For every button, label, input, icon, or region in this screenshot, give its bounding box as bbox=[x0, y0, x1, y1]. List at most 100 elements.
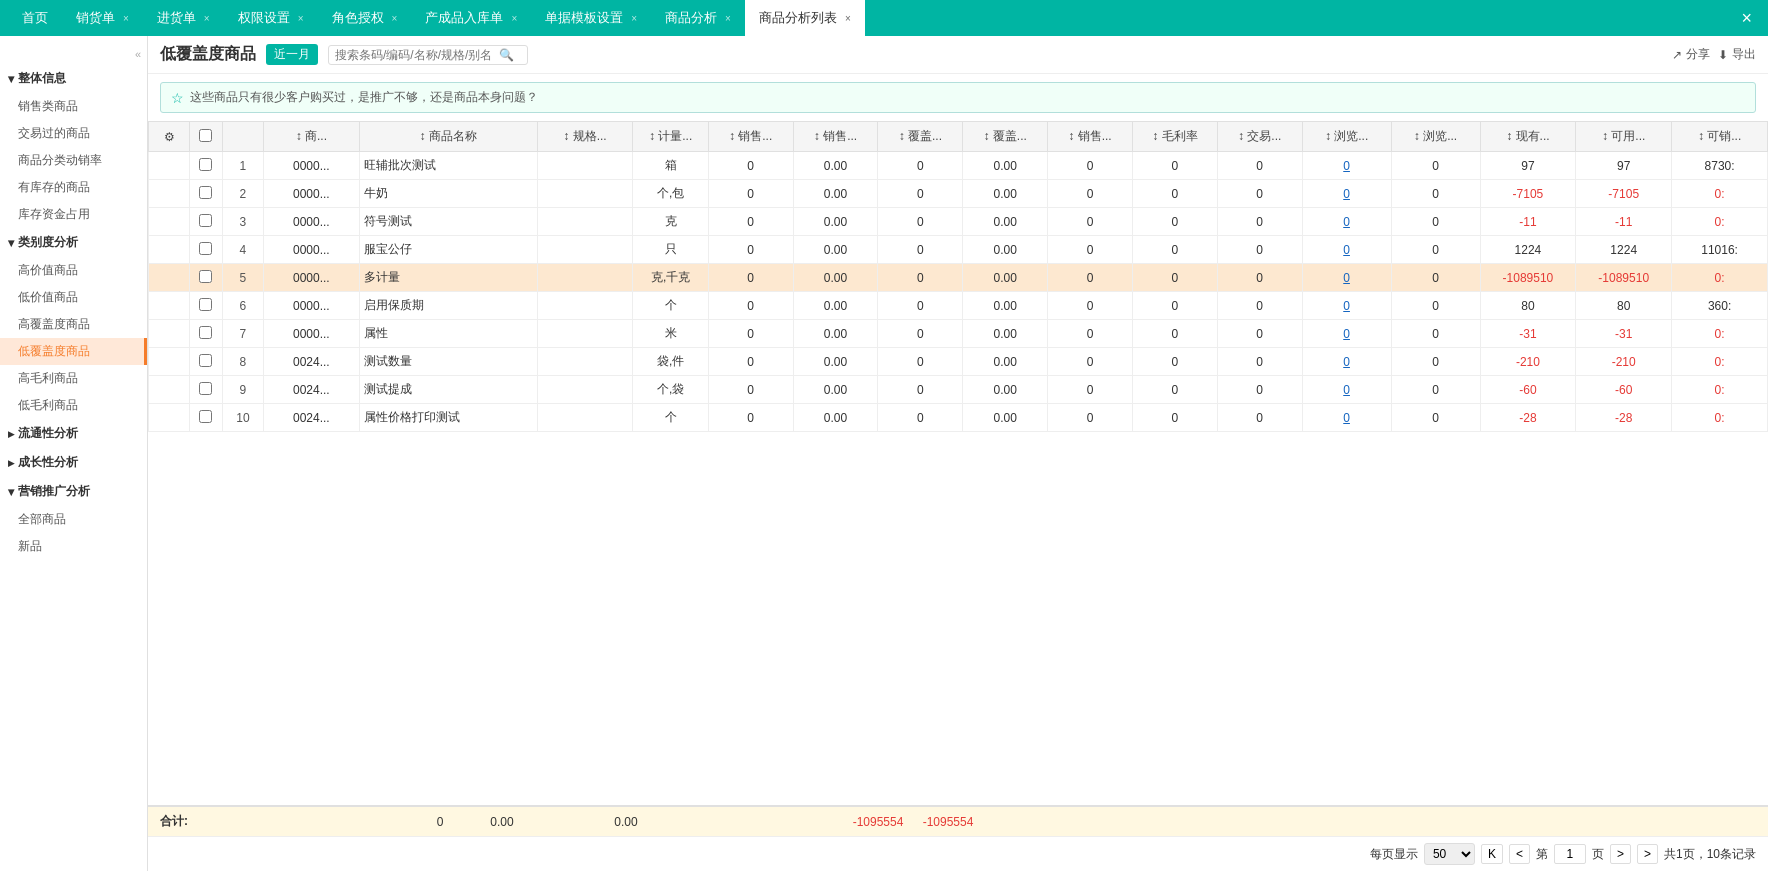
row-checkbox[interactable] bbox=[190, 348, 223, 376]
col-checkbox[interactable] bbox=[190, 122, 223, 152]
sidebar-item-有库存的商品[interactable]: 有库存的商品 bbox=[0, 174, 147, 201]
nav-tab-goods-analysis[interactable]: 商品分析 × bbox=[651, 0, 745, 36]
sidebar-group-整体信息[interactable]: ▾ 整体信息 bbox=[0, 64, 147, 93]
row-checkbox[interactable] bbox=[190, 152, 223, 180]
row-settings[interactable] bbox=[149, 292, 190, 320]
next-page-button[interactable]: > bbox=[1610, 844, 1631, 864]
col-sales-count[interactable]: ↕ 销售... bbox=[1048, 122, 1133, 152]
col-gross-rate[interactable]: ↕ 毛利率 bbox=[1132, 122, 1217, 152]
col-name[interactable]: ↕ 商品名称 bbox=[359, 122, 537, 152]
sidebar-item-高毛利商品[interactable]: 高毛利商品 bbox=[0, 365, 147, 392]
row-checkbox[interactable] bbox=[190, 404, 223, 432]
row-browse1[interactable]: 0 bbox=[1302, 208, 1391, 236]
row-select-checkbox[interactable] bbox=[199, 298, 212, 311]
col-cover-qty[interactable]: ↕ 覆盖... bbox=[878, 122, 963, 152]
table-scroll-area[interactable]: ⚙ ↕ 商... ↕ 商品名称 ↕ 规格... ↕ 计量... ↕ 销售... … bbox=[148, 121, 1768, 805]
row-browse1[interactable]: 0 bbox=[1302, 236, 1391, 264]
sidebar-item-高覆盖度商品[interactable]: 高覆盖度商品 bbox=[0, 311, 147, 338]
row-select-checkbox[interactable] bbox=[199, 158, 212, 171]
sidebar-item-低价值商品[interactable]: 低价值商品 bbox=[0, 284, 147, 311]
nav-tab-sales[interactable]: 销货单 × bbox=[62, 0, 143, 36]
sidebar-item-库存资金占用[interactable]: 库存资金占用 bbox=[0, 201, 147, 228]
col-browse2[interactable]: ↕ 浏览... bbox=[1391, 122, 1480, 152]
col-sales-amt[interactable]: ↕ 销售... bbox=[793, 122, 878, 152]
row-select-checkbox[interactable] bbox=[199, 242, 212, 255]
row-browse1[interactable]: 0 bbox=[1302, 348, 1391, 376]
row-browse1[interactable]: 0 bbox=[1302, 264, 1391, 292]
share-button[interactable]: ↗ 分享 bbox=[1672, 46, 1710, 63]
row-settings[interactable] bbox=[149, 376, 190, 404]
col-code[interactable]: ↕ 商... bbox=[263, 122, 359, 152]
row-name[interactable]: 属性价格打印测试 bbox=[359, 404, 537, 432]
nav-tab-production[interactable]: 产成品入库单 × bbox=[411, 0, 531, 36]
row-browse1[interactable]: 0 bbox=[1302, 180, 1391, 208]
col-sellable[interactable]: ↕ 可销... bbox=[1672, 122, 1768, 152]
col-cover-amt[interactable]: ↕ 覆盖... bbox=[963, 122, 1048, 152]
row-settings[interactable] bbox=[149, 180, 190, 208]
sidebar-group-成长性分析[interactable]: ▸ 成长性分析 bbox=[0, 448, 147, 477]
search-icon[interactable]: 🔍 bbox=[499, 48, 514, 62]
sidebar-group-流通性分析[interactable]: ▸ 流通性分析 bbox=[0, 419, 147, 448]
sidebar-item-全部商品[interactable]: 全部商品 bbox=[0, 506, 147, 533]
select-all-checkbox[interactable] bbox=[199, 129, 212, 142]
close-icon[interactable]: × bbox=[392, 13, 398, 24]
row-checkbox[interactable] bbox=[190, 320, 223, 348]
sidebar-item-高价值商品[interactable]: 高价值商品 bbox=[0, 257, 147, 284]
sidebar-collapse-btn[interactable]: « bbox=[0, 44, 147, 64]
page-input[interactable] bbox=[1554, 844, 1586, 864]
row-name[interactable]: 测试提成 bbox=[359, 376, 537, 404]
col-browse1[interactable]: ↕ 浏览... bbox=[1302, 122, 1391, 152]
prev-page-button[interactable]: < bbox=[1509, 844, 1530, 864]
row-settings[interactable] bbox=[149, 404, 190, 432]
row-select-checkbox[interactable] bbox=[199, 326, 212, 339]
row-select-checkbox[interactable] bbox=[199, 382, 212, 395]
row-settings[interactable] bbox=[149, 264, 190, 292]
close-icon[interactable]: × bbox=[204, 13, 210, 24]
close-icon[interactable]: × bbox=[845, 13, 851, 24]
close-icon[interactable]: × bbox=[725, 13, 731, 24]
row-settings[interactable] bbox=[149, 348, 190, 376]
col-available[interactable]: ↕ 可用... bbox=[1576, 122, 1672, 152]
row-checkbox[interactable] bbox=[190, 292, 223, 320]
row-name[interactable]: 多计量 bbox=[359, 264, 537, 292]
nav-tab-template[interactable]: 单据模板设置 × bbox=[531, 0, 651, 36]
export-button[interactable]: ⬇ 导出 bbox=[1718, 46, 1756, 63]
row-checkbox[interactable] bbox=[190, 236, 223, 264]
close-icon[interactable]: × bbox=[631, 13, 637, 24]
col-sales-qty[interactable]: ↕ 销售... bbox=[708, 122, 793, 152]
row-checkbox[interactable] bbox=[190, 208, 223, 236]
nav-tab-home[interactable]: 首页 bbox=[8, 0, 62, 36]
search-input[interactable] bbox=[335, 48, 495, 62]
row-name[interactable]: 测试数量 bbox=[359, 348, 537, 376]
row-name[interactable]: 旺辅批次测试 bbox=[359, 152, 537, 180]
sidebar-group-营销推广分析[interactable]: ▾ 营销推广分析 bbox=[0, 477, 147, 506]
sidebar-group-类别度分析[interactable]: ▾ 类别度分析 bbox=[0, 228, 147, 257]
row-checkbox[interactable] bbox=[190, 264, 223, 292]
row-checkbox[interactable] bbox=[190, 180, 223, 208]
last-page-button[interactable]: > bbox=[1637, 844, 1658, 864]
row-name[interactable]: 服宝公仔 bbox=[359, 236, 537, 264]
time-filter-button[interactable]: 近一月 bbox=[266, 44, 318, 65]
col-current-stock[interactable]: ↕ 现有... bbox=[1480, 122, 1576, 152]
row-name[interactable]: 属性 bbox=[359, 320, 537, 348]
sidebar-item-交易过的商品[interactable]: 交易过的商品 bbox=[0, 120, 147, 147]
close-icon[interactable]: × bbox=[123, 13, 129, 24]
row-select-checkbox[interactable] bbox=[199, 410, 212, 423]
col-spec[interactable]: ↕ 规格... bbox=[537, 122, 633, 152]
per-page-select[interactable]: 20 50 100 bbox=[1424, 843, 1475, 865]
row-browse1[interactable]: 0 bbox=[1302, 292, 1391, 320]
row-settings[interactable] bbox=[149, 208, 190, 236]
sidebar-item-商品分类动销率[interactable]: 商品分类动销率 bbox=[0, 147, 147, 174]
col-unit[interactable]: ↕ 计量... bbox=[633, 122, 708, 152]
close-icon[interactable]: × bbox=[511, 13, 517, 24]
row-browse1[interactable]: 0 bbox=[1302, 152, 1391, 180]
row-browse1[interactable]: 0 bbox=[1302, 404, 1391, 432]
col-trans-count[interactable]: ↕ 交易... bbox=[1217, 122, 1302, 152]
nav-tab-purchase[interactable]: 进货单 × bbox=[143, 0, 224, 36]
row-select-checkbox[interactable] bbox=[199, 214, 212, 227]
sidebar-item-低毛利商品[interactable]: 低毛利商品 bbox=[0, 392, 147, 419]
row-settings[interactable] bbox=[149, 320, 190, 348]
row-select-checkbox[interactable] bbox=[199, 270, 212, 283]
close-icon[interactable]: × bbox=[298, 13, 304, 24]
sidebar-item-低覆盖度商品[interactable]: 低覆盖度商品 bbox=[0, 338, 147, 365]
